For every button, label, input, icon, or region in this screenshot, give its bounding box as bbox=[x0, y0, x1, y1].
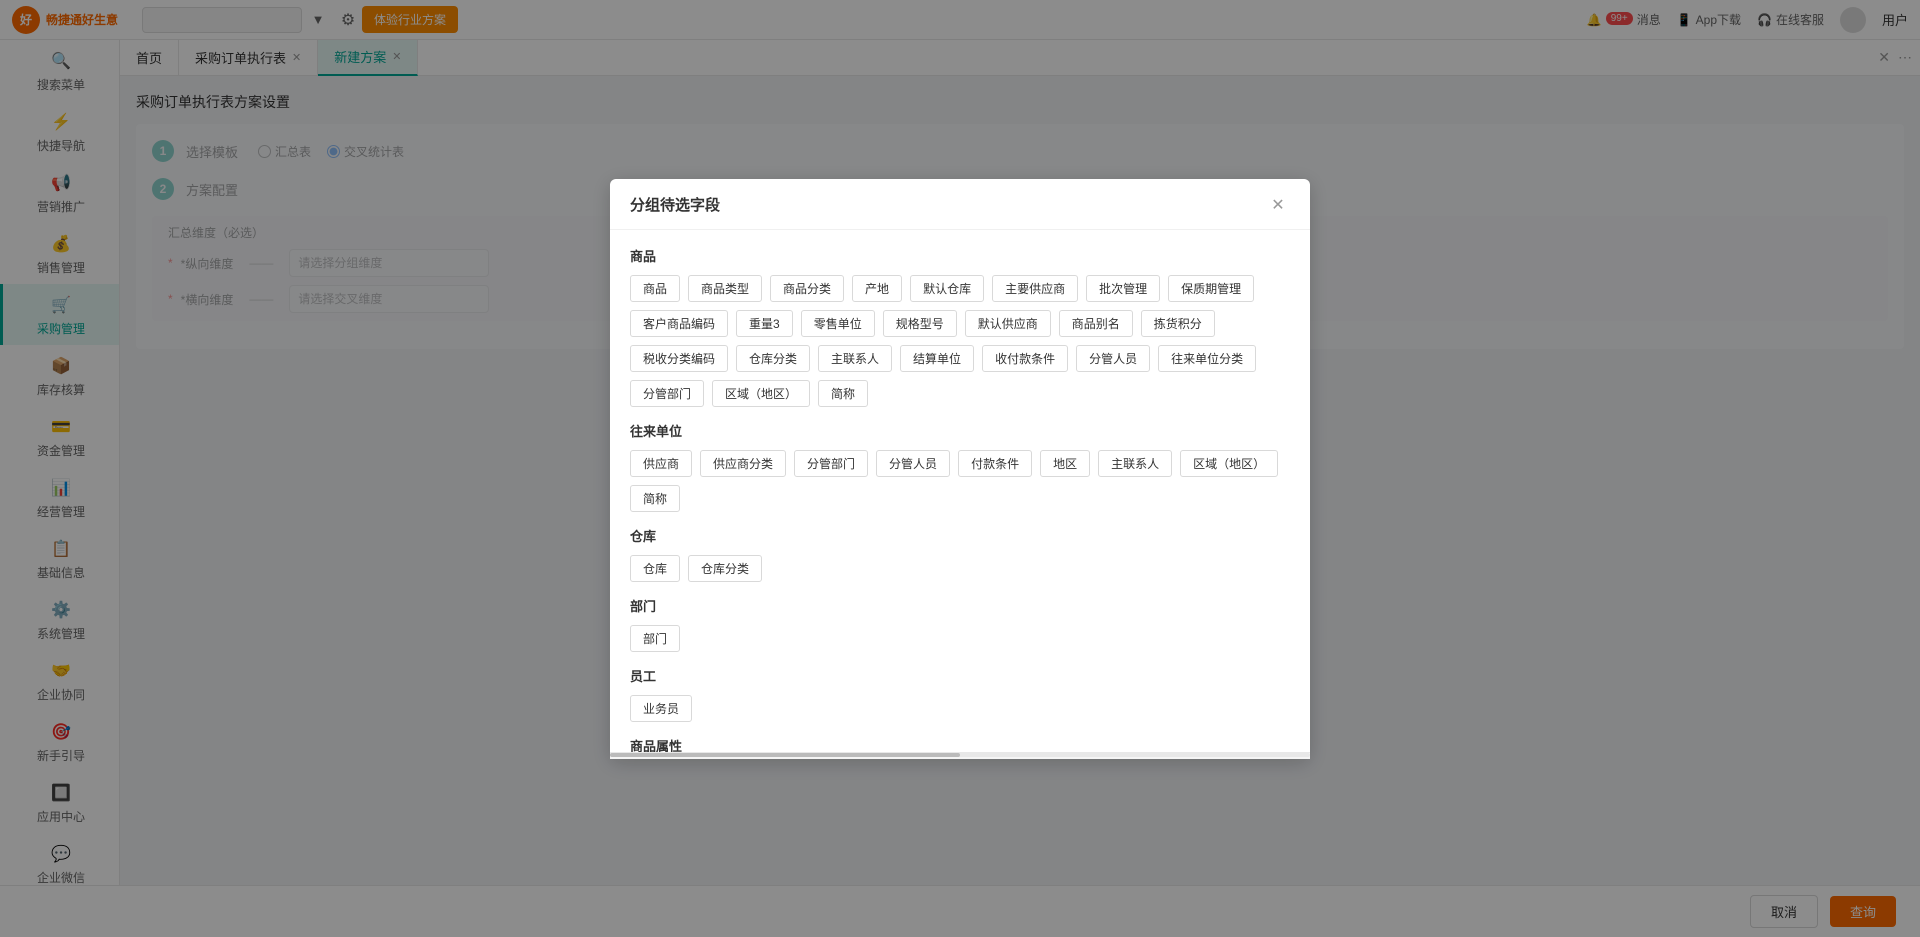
horizontal-scrollbar[interactable] bbox=[610, 752, 1310, 759]
modal-title: 分组待选字段 bbox=[630, 194, 720, 215]
tag-4-0[interactable]: 业务员 bbox=[630, 695, 692, 722]
tag-1-7[interactable]: 区域（地区） bbox=[1180, 450, 1278, 477]
tag-0-18[interactable]: 结算单位 bbox=[900, 345, 974, 372]
tag-0-10[interactable]: 零售单位 bbox=[801, 310, 875, 337]
tag-0-20[interactable]: 分管人员 bbox=[1076, 345, 1150, 372]
tag-1-3[interactable]: 分管人员 bbox=[876, 450, 950, 477]
tag-0-12[interactable]: 默认供应商 bbox=[965, 310, 1051, 337]
tag-0-8[interactable]: 客户商品编码 bbox=[630, 310, 728, 337]
tag-0-22[interactable]: 分管部门 bbox=[630, 380, 704, 407]
field-select-modal: 分组待选字段 ✕ 商品商品商品类型商品分类产地默认仓库主要供应商批次管理保质期管… bbox=[610, 179, 1310, 759]
tag-2-0[interactable]: 仓库 bbox=[630, 555, 680, 582]
tag-row-2: 仓库仓库分类 bbox=[630, 555, 1290, 582]
modal-close-button[interactable]: ✕ bbox=[1266, 193, 1290, 217]
tag-1-2[interactable]: 分管部门 bbox=[794, 450, 868, 477]
tag-0-16[interactable]: 仓库分类 bbox=[736, 345, 810, 372]
tag-0-19[interactable]: 收付款条件 bbox=[982, 345, 1068, 372]
tag-row-4: 业务员 bbox=[630, 695, 1290, 722]
modal-overlay: 分组待选字段 ✕ 商品商品商品类型商品分类产地默认仓库主要供应商批次管理保质期管… bbox=[0, 0, 1920, 937]
tag-0-21[interactable]: 往来单位分类 bbox=[1158, 345, 1256, 372]
tag-row-3: 部门 bbox=[630, 625, 1290, 652]
tag-0-24[interactable]: 简称 bbox=[818, 380, 868, 407]
tag-0-17[interactable]: 主联系人 bbox=[818, 345, 892, 372]
tag-2-1[interactable]: 仓库分类 bbox=[688, 555, 762, 582]
section-title-4: 员工 bbox=[630, 666, 1290, 685]
tag-0-4[interactable]: 默认仓库 bbox=[910, 275, 984, 302]
tag-0-14[interactable]: 拣货积分 bbox=[1141, 310, 1215, 337]
section-title-3: 部门 bbox=[630, 596, 1290, 615]
tag-row-1: 供应商供应商分类分管部门分管人员付款条件地区主联系人区域（地区） 简称 bbox=[630, 450, 1290, 512]
section-title-2: 仓库 bbox=[630, 526, 1290, 545]
modal-header: 分组待选字段 ✕ bbox=[610, 179, 1310, 230]
tag-0-6[interactable]: 批次管理 bbox=[1086, 275, 1160, 302]
tag-0-15[interactable]: 税收分类编码 bbox=[630, 345, 728, 372]
tag-3-0[interactable]: 部门 bbox=[630, 625, 680, 652]
tag-0-2[interactable]: 商品分类 bbox=[770, 275, 844, 302]
tag-1-8[interactable]: 简称 bbox=[630, 485, 680, 512]
section-title-1: 往来单位 bbox=[630, 421, 1290, 440]
tag-0-0[interactable]: 商品 bbox=[630, 275, 680, 302]
tag-1-4[interactable]: 付款条件 bbox=[958, 450, 1032, 477]
tag-1-5[interactable]: 地区 bbox=[1040, 450, 1090, 477]
modal-body[interactable]: 商品商品商品类型商品分类产地默认仓库主要供应商批次管理保质期管理客户商品编码重量… bbox=[610, 230, 1310, 752]
tag-0-5[interactable]: 主要供应商 bbox=[992, 275, 1078, 302]
tag-0-3[interactable]: 产地 bbox=[852, 275, 902, 302]
tag-0-13[interactable]: 商品别名 bbox=[1059, 310, 1133, 337]
tag-1-0[interactable]: 供应商 bbox=[630, 450, 692, 477]
tag-1-6[interactable]: 主联系人 bbox=[1098, 450, 1172, 477]
tag-0-23[interactable]: 区域（地区） bbox=[712, 380, 810, 407]
tag-1-1[interactable]: 供应商分类 bbox=[700, 450, 786, 477]
tag-0-11[interactable]: 规格型号 bbox=[883, 310, 957, 337]
section-title-5: 商品属性 bbox=[630, 736, 1290, 752]
tag-0-1[interactable]: 商品类型 bbox=[688, 275, 762, 302]
tag-0-7[interactable]: 保质期管理 bbox=[1168, 275, 1254, 302]
tag-row-0: 商品商品类型商品分类产地默认仓库主要供应商批次管理保质期管理客户商品编码重量3 零… bbox=[630, 275, 1290, 407]
section-title-0: 商品 bbox=[630, 246, 1290, 265]
tag-0-9[interactable]: 重量3 bbox=[736, 310, 793, 337]
